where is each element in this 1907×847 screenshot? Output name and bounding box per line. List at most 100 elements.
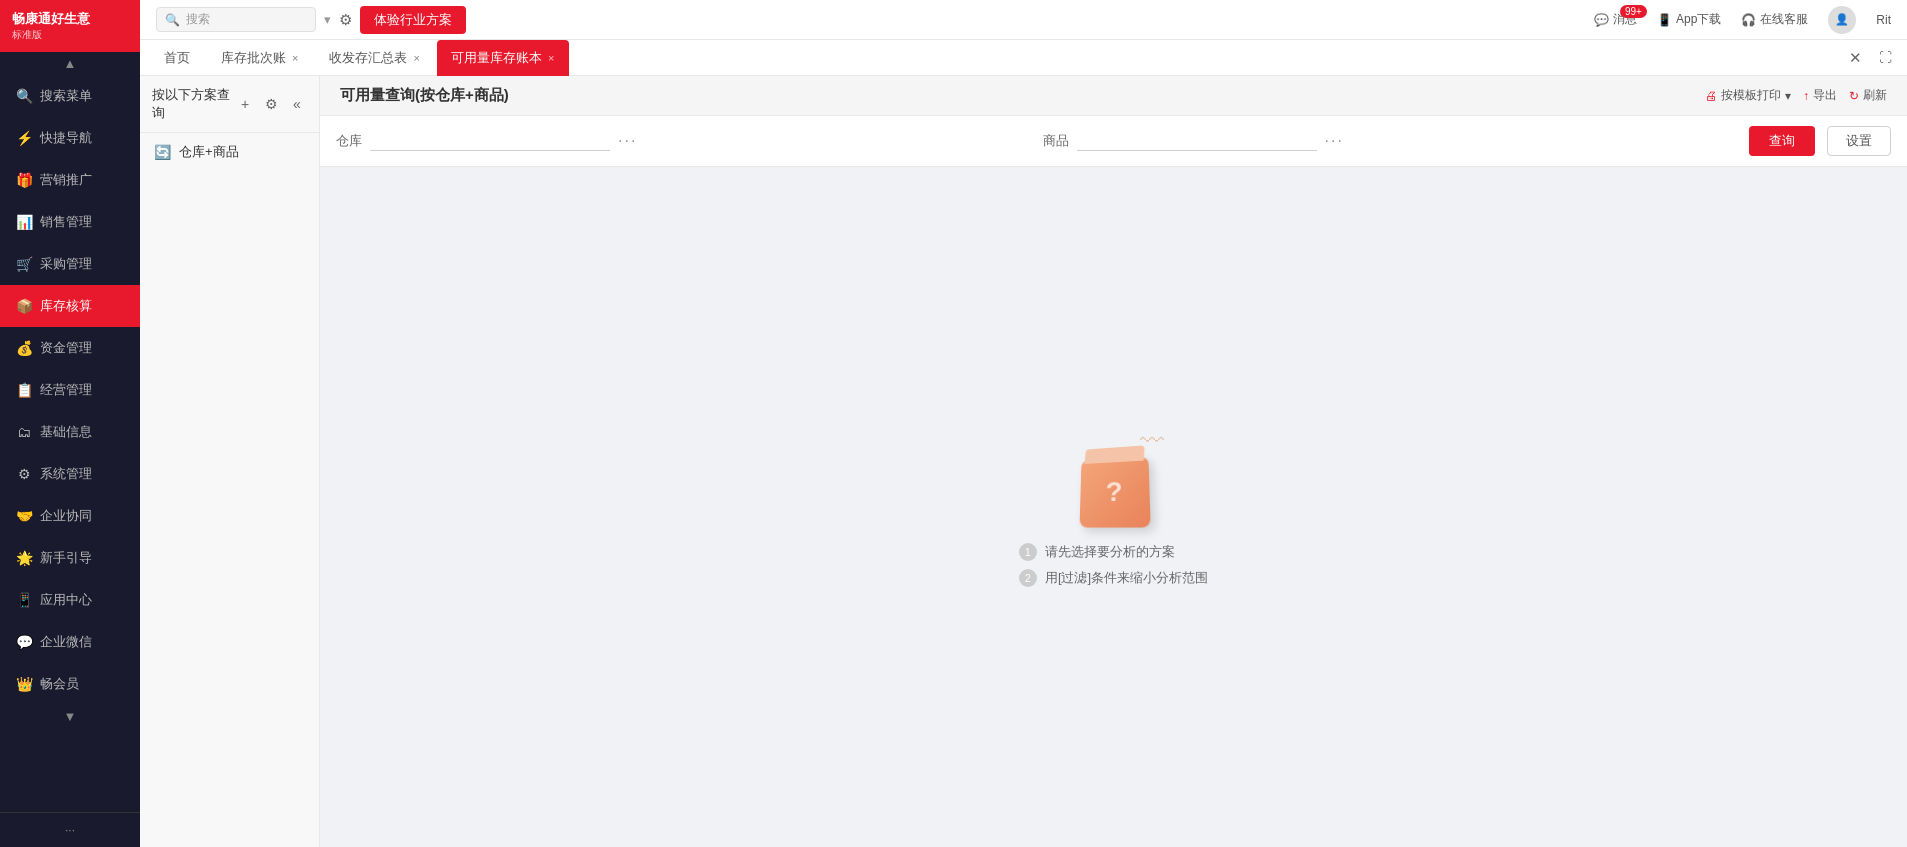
sidebar-item-apps[interactable]: 📱应用中心 xyxy=(0,579,140,621)
sidebar-item-coop[interactable]: 🤝企业协同 xyxy=(0,495,140,537)
sidebar-label-system: 系统管理 xyxy=(40,465,92,483)
inventory-icon: 📦 xyxy=(16,298,32,314)
sidebar-item-guide[interactable]: 🌟新手引导 xyxy=(0,537,140,579)
settings-btn[interactable]: 设置 xyxy=(1827,126,1891,156)
tab-batch[interactable]: 库存批次账 × xyxy=(207,40,313,76)
sidebar-label-basic: 基础信息 xyxy=(40,423,92,441)
filter-header-icons: + ⚙ « xyxy=(235,94,307,114)
finance-icon: 💰 xyxy=(16,340,32,356)
topbar-chevron-icon[interactable]: ▾ xyxy=(324,12,331,27)
sidebar-item-system[interactable]: ⚙系统管理 xyxy=(0,453,140,495)
tab-close-summary[interactable]: × xyxy=(413,52,419,64)
tabs-close-btn[interactable]: ✕ xyxy=(1843,46,1867,70)
product-label: 商品 xyxy=(1043,132,1069,150)
tabs-right: ✕ ⛶ xyxy=(1843,46,1897,70)
content-area: 按以下方案查询 + ⚙ « 🔄仓库+商品 可用量查询(按仓库+商品) 🖨 xyxy=(140,76,1907,847)
tab-label-available: 可用量库存账本 xyxy=(451,49,542,67)
app-label: App下载 xyxy=(1676,11,1721,28)
warehouse-label: 仓库 xyxy=(336,132,362,150)
filter-gear-icon: ⚙ xyxy=(265,96,278,112)
industry-btn[interactable]: 体验行业方案 xyxy=(360,6,466,34)
topbar-right: 💬 消息 99+ 📱 App下载 🎧 在线客服 👤 Rit xyxy=(1594,6,1891,34)
shortcut-icon: ⚡ xyxy=(16,130,32,146)
tab-label-batch: 库存批次账 xyxy=(221,49,286,67)
filter-panel: 按以下方案查询 + ⚙ « 🔄 仓库+商品 xyxy=(140,76,320,847)
warehouse-dots[interactable]: ··· xyxy=(618,132,637,150)
coop-icon: 🤝 xyxy=(16,508,32,524)
topbar-gear-icon[interactable]: ⚙ xyxy=(339,11,352,29)
sidebar-item-sales[interactable]: 📊 销售管理 xyxy=(0,201,140,243)
tab-close-available[interactable]: × xyxy=(548,52,554,64)
topbar-search[interactable]: 🔍 搜索 xyxy=(156,7,316,32)
product-dots[interactable]: ··· xyxy=(1325,132,1344,150)
sidebar-label-sales: 销售管理 xyxy=(40,213,92,231)
topbar-service[interactable]: 🎧 在线客服 xyxy=(1741,11,1808,28)
search-icon: 🔍 xyxy=(16,88,32,104)
scroll-down-btn[interactable]: ▼ xyxy=(0,705,140,728)
refresh-label: 刷新 xyxy=(1863,87,1887,104)
tab-home[interactable]: 首页 xyxy=(150,40,205,76)
refresh-btn[interactable]: ↻ 刷新 xyxy=(1849,87,1887,104)
query-bar: 仓库 ··· 商品 ··· 查询 设置 xyxy=(320,116,1907,167)
app-logo: 畅康通好生意 标准版 xyxy=(0,0,140,52)
export-icon: ↑ xyxy=(1803,89,1809,103)
sidebar-item-basic[interactable]: 🗂 基础信息 xyxy=(0,411,140,453)
sales-icon: 📊 xyxy=(16,214,32,230)
app-edition: 标准版 xyxy=(12,28,128,42)
sidebar-item-member[interactable]: 👑畅会员 xyxy=(0,663,140,705)
topbar-app-download[interactable]: 📱 App下载 xyxy=(1657,11,1721,28)
export-btn[interactable]: ↑ 导出 xyxy=(1803,87,1837,104)
sidebar-scroll: ▲ 🔍搜索菜单⚡快捷导航🎁营销推广 📊 销售管理 🛒采购管理📦库存核算 💰 资金管理 📋经营… xyxy=(0,52,140,812)
filter-collapse-btn[interactable]: « xyxy=(287,94,307,114)
tab-label-summary: 收发存汇总表 xyxy=(329,49,407,67)
main-area: 🔍 搜索 ▾ ⚙ 体验行业方案 💬 消息 99+ 📱 App下载 🎧 在线客服 … xyxy=(140,0,1907,847)
operation-icon: 📋 xyxy=(16,382,32,398)
product-input[interactable] xyxy=(1077,131,1317,151)
scroll-up-btn[interactable]: ▲ xyxy=(0,52,140,75)
filter-add-btn[interactable]: + xyxy=(235,94,255,114)
main-right: 可用量查询(按仓库+商品) 🖨 按模板打印 ▾ ↑ 导出 ↻ 刷新 xyxy=(320,76,1907,847)
tab-label-home: 首页 xyxy=(164,49,190,67)
basic-icon: 🗂 xyxy=(16,424,32,440)
filter-settings-btn[interactable]: ⚙ xyxy=(261,94,281,114)
filter-header-label: 按以下方案查询 xyxy=(152,86,235,122)
page-title-bar: 可用量查询(按仓库+商品) 🖨 按模板打印 ▾ ↑ 导出 ↻ 刷新 xyxy=(320,76,1907,116)
sidebar-label-apps: 应用中心 xyxy=(40,591,92,609)
tab-close-batch[interactable]: × xyxy=(292,52,298,64)
search-icon: 🔍 xyxy=(165,13,180,27)
sidebar-item-search[interactable]: 🔍搜索菜单 xyxy=(0,75,140,117)
sidebar-label-member: 畅会员 xyxy=(40,675,79,693)
wechat-icon: 💬 xyxy=(16,634,32,650)
topbar-message[interactable]: 💬 消息 99+ xyxy=(1594,11,1637,28)
app-name: 畅康通好生意 xyxy=(12,10,128,28)
warehouse-input[interactable] xyxy=(370,131,610,151)
user-avatar: 👤 xyxy=(1828,6,1856,34)
sidebar-item-wechat[interactable]: 💬企业微信 xyxy=(0,621,140,663)
empty-box xyxy=(1079,456,1150,527)
filter-item-label-warehouse-product: 仓库+商品 xyxy=(179,143,239,161)
sidebar-item-finance[interactable]: 💰 资金管理 xyxy=(0,327,140,369)
tab-summary[interactable]: 收发存汇总表 × xyxy=(315,40,434,76)
guide-icon: 🌟 xyxy=(16,550,32,566)
sidebar-item-marketing[interactable]: 🎁营销推广 xyxy=(0,159,140,201)
sidebar-item-operation[interactable]: 📋经营管理 xyxy=(0,369,140,411)
empty-tip-1: 1请先选择要分析的方案 xyxy=(1019,543,1208,561)
sidebar-item-shortcut[interactable]: ⚡快捷导航 xyxy=(0,117,140,159)
sidebar-label-finance: 资金管理 xyxy=(40,339,92,357)
query-btn[interactable]: 查询 xyxy=(1749,126,1815,156)
filter-item-icon-warehouse-product: 🔄 xyxy=(154,144,171,160)
tab-available[interactable]: 可用量库存账本 × xyxy=(437,40,569,76)
warehouse-field: 仓库 ··· xyxy=(336,131,1031,151)
print-label: 按模板打印 xyxy=(1721,87,1781,104)
sidebar-item-purchase[interactable]: 🛒采购管理 xyxy=(0,243,140,285)
sidebar: 畅康通好生意 标准版 ▲ 🔍搜索菜单⚡快捷导航🎁营销推广 📊 销售管理 🛒采购管理📦库… xyxy=(0,0,140,847)
print-chevron-icon: ▾ xyxy=(1785,89,1791,103)
tabs-expand-btn[interactable]: ⛶ xyxy=(1873,46,1897,70)
filter-item-warehouse-product[interactable]: 🔄 仓库+商品 xyxy=(140,133,319,171)
empty-illustration: 〰 xyxy=(1064,427,1164,527)
export-label: 导出 xyxy=(1813,87,1837,104)
print-btn[interactable]: 🖨 按模板打印 ▾ xyxy=(1705,87,1791,104)
sidebar-item-inventory[interactable]: 📦库存核算 xyxy=(0,285,140,327)
empty-state: 〰 1请先选择要分析的方案2用[过滤]条件来缩小分析范围 xyxy=(320,167,1907,847)
marketing-icon: 🎁 xyxy=(16,172,32,188)
